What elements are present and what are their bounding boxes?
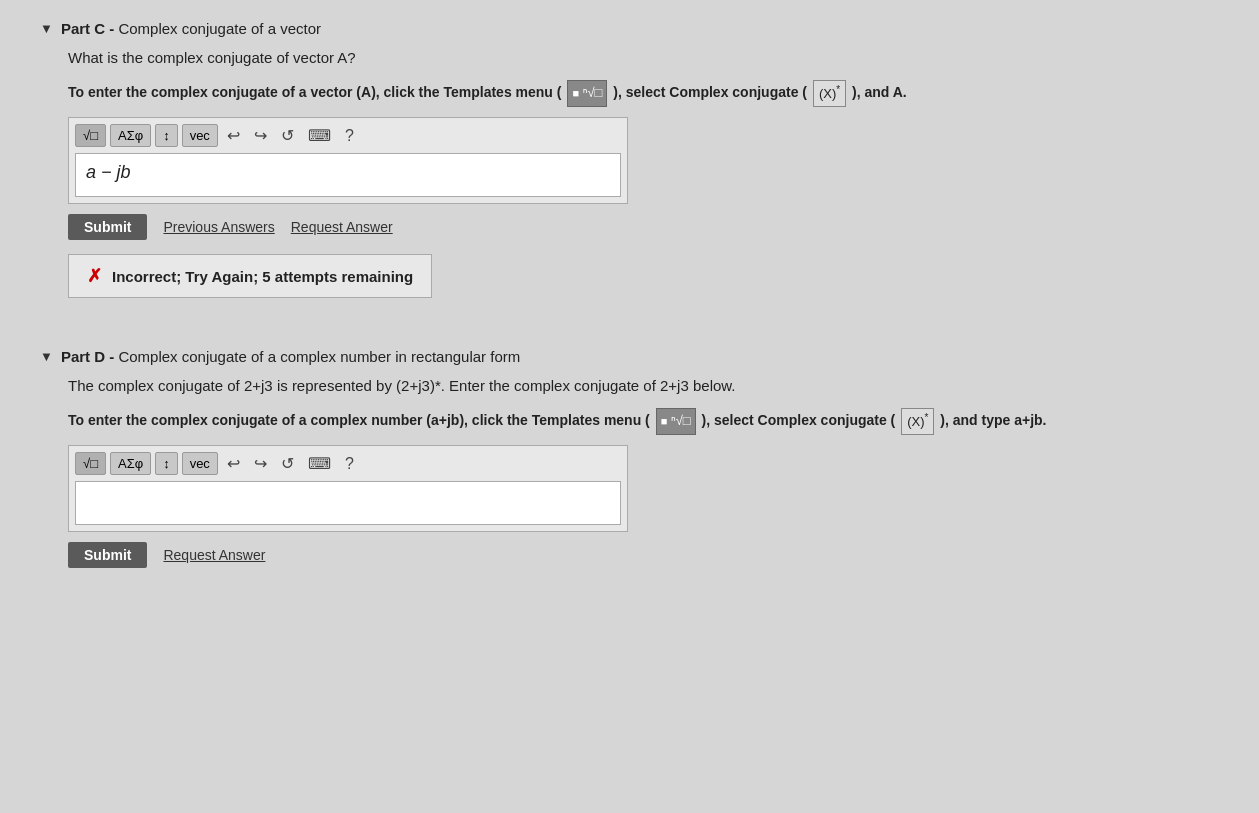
part-c-previous-answers-button[interactable]: Previous Answers [163, 219, 274, 235]
part-c-question: What is the complex conjugate of vector … [68, 49, 1219, 66]
part-c-title: Part C - Complex conjugate of a vector [61, 20, 321, 37]
part-c-section: ▼ Part C - Complex conjugate of a vector… [40, 20, 1219, 318]
toolbar-undo-icon-c[interactable]: ↩ [222, 124, 245, 147]
toolbar-sqrt-btn-d[interactable]: √□ [75, 452, 106, 475]
part-d-instruction: To enter the complex conjugate of a comp… [68, 408, 1219, 435]
toolbar-refresh-icon-d[interactable]: ↺ [276, 452, 299, 475]
part-c-request-answer-button[interactable]: Request Answer [291, 219, 393, 235]
toolbar-redo-icon-d[interactable]: ↪ [249, 452, 272, 475]
toolbar-arrow-btn-c[interactable]: ↕ [155, 124, 178, 147]
part-d-section: ▼ Part D - Complex conjugate of a comple… [40, 348, 1219, 568]
conjugate-icon-c: (X)* [813, 80, 846, 107]
toolbar-keyboard-icon-c[interactable]: ⌨ [303, 124, 336, 147]
toolbar-undo-icon-d[interactable]: ↩ [222, 452, 245, 475]
part-c-instruction: To enter the complex conjugate of a vect… [68, 80, 1219, 107]
toolbar-help-icon-c[interactable]: ? [340, 125, 359, 147]
part-c-math-input[interactable]: a − jb [75, 153, 621, 197]
part-d-title: Part D - Complex conjugate of a complex … [61, 348, 520, 365]
incorrect-icon-c: ✗ [87, 265, 102, 287]
part-d-question: The complex conjugate of 2+j3 is represe… [68, 377, 1219, 394]
conjugate-icon-d: (X)* [901, 408, 934, 435]
part-d-request-answer-button[interactable]: Request Answer [163, 547, 265, 563]
toolbar-arrow-btn-d[interactable]: ↕ [155, 452, 178, 475]
part-c-actions: Submit Previous Answers Request Answer [68, 214, 1219, 240]
toolbar-help-icon-d[interactable]: ? [340, 453, 359, 475]
part-d-submit-button[interactable]: Submit [68, 542, 147, 568]
part-c-header: ▼ Part C - Complex conjugate of a vector [40, 20, 1219, 37]
templates-menu-icon-c: ■ ⁿ√□ [567, 80, 607, 107]
part-c-submit-button[interactable]: Submit [68, 214, 147, 240]
part-c-editor: √□ AΣφ ↕ vec ↩ ↪ ↺ ⌨ ? a − jb [68, 117, 628, 204]
toolbar-keyboard-icon-d[interactable]: ⌨ [303, 452, 336, 475]
part-c-feedback: ✗ Incorrect; Try Again; 5 attempts remai… [68, 254, 432, 298]
part-d-actions: Submit Request Answer [68, 542, 1219, 568]
part-c-collapse-arrow[interactable]: ▼ [40, 21, 53, 36]
part-d-editor: √□ AΣφ ↕ vec ↩ ↪ ↺ ⌨ ? [68, 445, 628, 532]
toolbar-alpha-btn-c[interactable]: AΣφ [110, 124, 151, 147]
toolbar-vec-btn-d[interactable]: vec [182, 452, 218, 475]
templates-menu-icon-d: ■ ⁿ√□ [656, 408, 696, 435]
part-d-toolbar: √□ AΣφ ↕ vec ↩ ↪ ↺ ⌨ ? [75, 452, 621, 475]
part-c-toolbar: √□ AΣφ ↕ vec ↩ ↪ ↺ ⌨ ? [75, 124, 621, 147]
toolbar-alpha-btn-d[interactable]: AΣφ [110, 452, 151, 475]
toolbar-vec-btn-c[interactable]: vec [182, 124, 218, 147]
part-d-collapse-arrow[interactable]: ▼ [40, 349, 53, 364]
toolbar-refresh-icon-c[interactable]: ↺ [276, 124, 299, 147]
toolbar-redo-icon-c[interactable]: ↪ [249, 124, 272, 147]
toolbar-sqrt-btn-c[interactable]: √□ [75, 124, 106, 147]
part-d-math-input[interactable] [75, 481, 621, 525]
part-d-header: ▼ Part D - Complex conjugate of a comple… [40, 348, 1219, 365]
part-c-feedback-text: Incorrect; Try Again; 5 attempts remaini… [112, 268, 413, 285]
